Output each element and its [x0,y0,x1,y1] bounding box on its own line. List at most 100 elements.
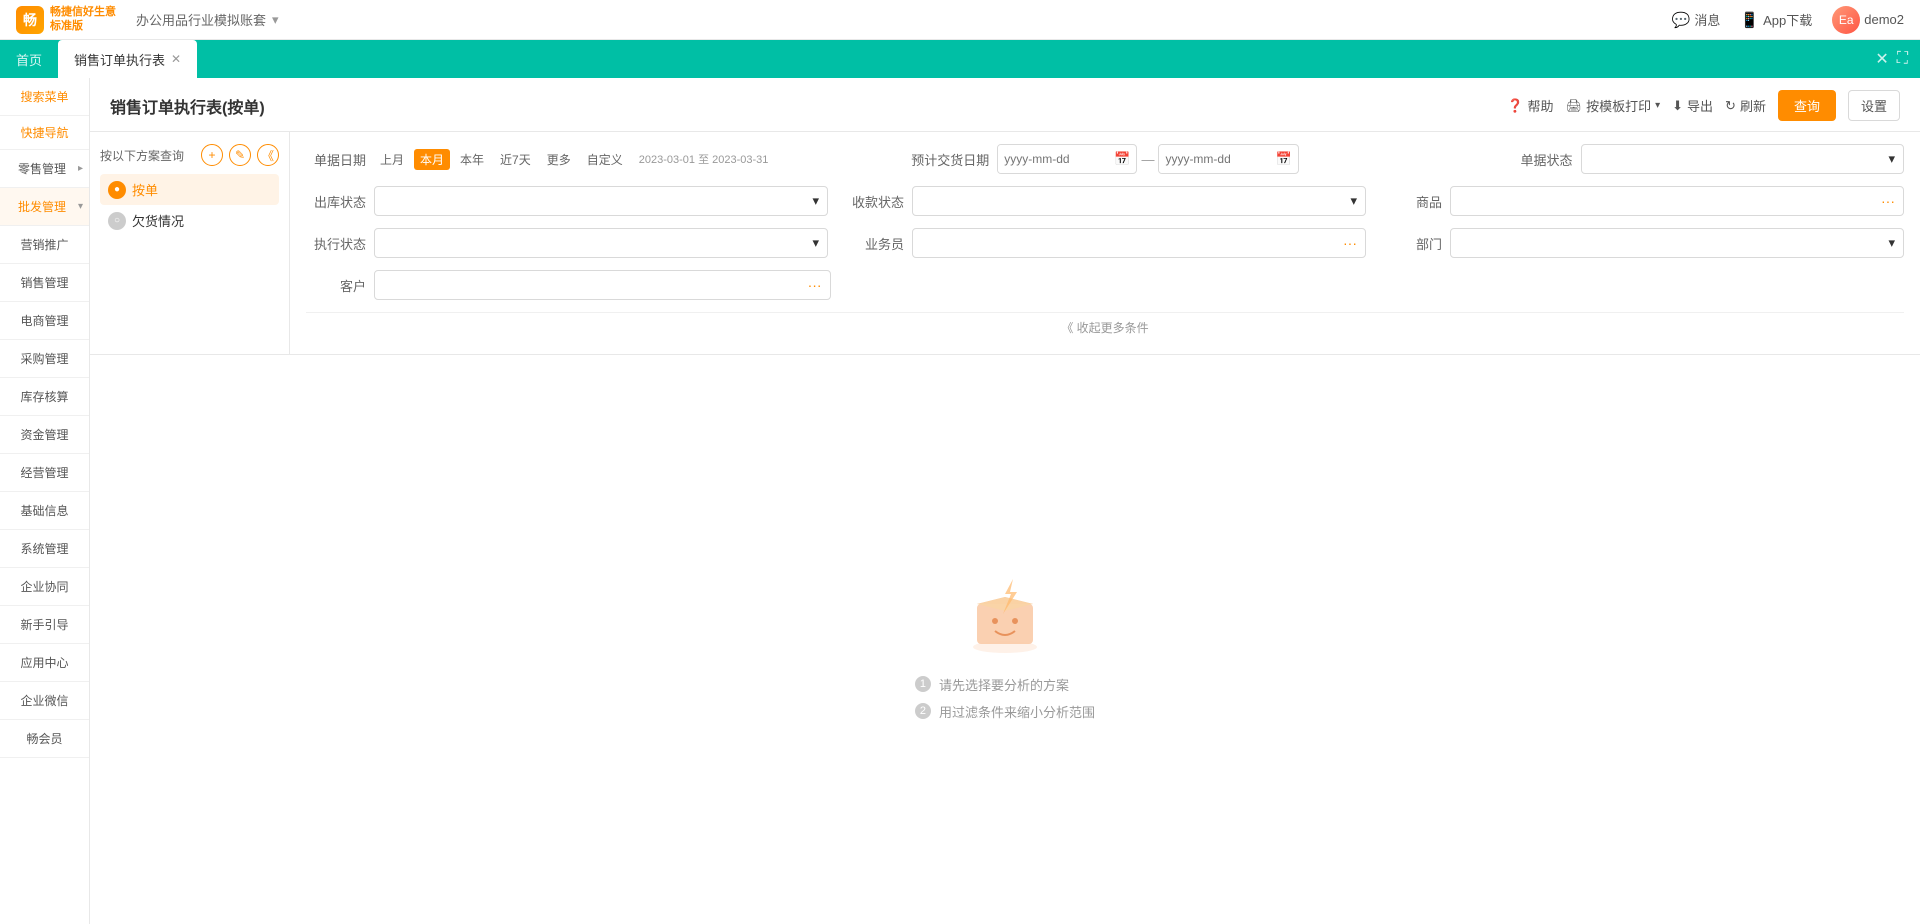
collapse-label: 收起更多条件 [1077,321,1149,335]
refresh-button[interactable]: ↻ 刷新 [1725,96,1766,115]
date-separator: — [1141,152,1154,167]
filter-row-1: 单据日期 上月 本月 本年 近7天 更多 自定义 2023-03-01 至 20… [306,144,1904,174]
sidebar-search[interactable]: 搜索菜单 [0,78,89,116]
page-title: 销售订单执行表(按单) [110,94,265,118]
date-more[interactable]: 更多 [541,149,577,170]
sidebar-item-finance[interactable]: 资金管理 [0,416,89,454]
filter-row-3: 执行状态 ▾ 业务员 ··· 部门 [306,228,1904,258]
step1-num: 1 [915,676,931,692]
exec-select[interactable]: ▾ [374,228,828,258]
export-button[interactable]: ⬇ 导出 [1672,96,1713,115]
print-button[interactable]: 🖨 按模板打印 ▾ [1566,96,1661,115]
tab-bar-controls: ✕ ⛶ [1875,49,1920,69]
sidebar-item-sales[interactable]: 销售管理 [0,264,89,302]
collapse-scheme-button[interactable]: 《 [257,144,279,166]
customer-label: 客户 [306,276,366,295]
sidebar-item-app-center[interactable]: 应用中心 [0,644,89,682]
tab-home-label: 首页 [16,50,42,69]
tab-sales-order[interactable]: 销售订单执行表 ✕ [58,40,197,78]
scheme-order-icon: ● [108,181,126,199]
sidebar-item-wholesale[interactable]: 批发管理 ▾ [0,188,89,226]
help-icon: ❓ [1507,98,1523,114]
dept-label: 部门 [1382,234,1442,253]
sidebar-quick-nav[interactable]: 快捷导航 [0,116,89,150]
add-icon: + [208,148,215,162]
delivery-select-arrow: ▾ [812,193,819,209]
sidebar-item-member[interactable]: 畅会员 [0,720,89,758]
delivery-label: 出库状态 [306,192,366,211]
empty-text: 1 请先选择要分析的方案 2 用过滤条件来缩小分析范围 [915,675,1095,721]
status-label: 单据状态 [1513,150,1573,169]
expected-date-label: 预计交货日期 [909,150,989,169]
sidebar-item-wechat[interactable]: 企业微信 [0,682,89,720]
tab-close-icon[interactable]: ✕ [171,52,181,66]
app-download-button[interactable]: 📱 App下载 [1740,10,1812,29]
tab-home[interactable]: 首页 [0,40,58,78]
salesman-input-wrap[interactable]: ··· [912,228,1366,258]
edit-scheme-button[interactable]: ✎ [229,144,251,166]
sidebar-item-newbie[interactable]: 新手引导 [0,606,89,644]
collapse-button[interactable]: 《 收起更多条件 [306,312,1904,342]
status-field: 单据状态 ▾ [1513,144,1905,174]
sidebar-item-enterprise[interactable]: 企业协同 [0,568,89,606]
query-button[interactable]: 查询 [1778,90,1836,121]
settings-button[interactable]: 设置 [1848,90,1900,121]
receipt-select[interactable]: ▾ [912,186,1366,216]
sidebar-item-management[interactable]: 经营管理 [0,454,89,492]
expected-date-to-input[interactable] [1159,145,1269,173]
collapse-arrow-icon: 《 [1061,321,1076,335]
sidebar-item-marketing[interactable]: 营销推广 [0,226,89,264]
filter-scheme-panel: 按以下方案查询 + ✎ 《 ● 按单 [90,132,290,354]
sidebar-item-inventory[interactable]: 库存核算 [0,378,89,416]
step2-num: 2 [915,703,931,719]
scheme-shortage-icon: ○ [108,212,126,230]
date-label: 单据日期 [306,150,366,169]
empty-step-2: 2 用过滤条件来缩小分析范围 [915,702,1095,721]
scheme-by-order[interactable]: ● 按单 [100,174,279,205]
refresh-icon: ↻ [1725,98,1736,114]
tab-close-window-icon[interactable]: ✕ [1875,49,1888,69]
main-layout: 搜索菜单 快捷导航 零售管理 ▸ 批发管理 ▾ 营销推广 销售管理 电商管理 采… [0,78,1920,924]
salesman-field: 业务员 ··· [844,228,1366,258]
expected-date-from-input[interactable] [998,145,1108,173]
goods-input-wrap[interactable]: ··· [1450,186,1904,216]
goods-dots-button[interactable]: ··· [1881,193,1895,209]
date-range: 上月 本月 本年 近7天 更多 自定义 2023-03-01 至 2023-03… [374,149,893,170]
help-button[interactable]: ❓ 帮助 [1507,96,1553,115]
goods-field: 商品 ··· [1382,186,1904,216]
dept-field: 部门 ▾ [1382,228,1904,258]
sidebar-item-basic-info[interactable]: 基础信息 [0,492,89,530]
calendar-from-icon: 📅 [1108,151,1136,167]
customer-dots-button[interactable]: ··· [808,277,822,293]
tab-expand-icon[interactable]: ⛶ [1897,50,1908,68]
dept-select-arrow: ▾ [1888,235,1895,251]
customer-input-wrap[interactable]: ··· [374,270,831,300]
date-this-year[interactable]: 本年 [454,149,490,170]
sidebar-item-ecommerce[interactable]: 电商管理 [0,302,89,340]
sidebar-item-system[interactable]: 系统管理 [0,530,89,568]
filter-row-4: 客户 ··· [306,270,1904,300]
date-7days[interactable]: 近7天 [494,149,537,170]
breadcrumb-arrow-icon[interactable]: ▾ [272,12,279,28]
edit-icon: ✎ [235,148,245,162]
salesman-dots-button[interactable]: ··· [1343,235,1357,251]
scheme-shortage[interactable]: ○ 欠货情况 [100,205,279,236]
message-button[interactable]: 💬 消息 [1672,10,1721,29]
date-custom[interactable]: 自定义 [581,149,629,170]
delivery-select[interactable]: ▾ [374,186,828,216]
add-scheme-button[interactable]: + [201,144,223,166]
filter-panel: 按以下方案查询 + ✎ 《 ● 按单 [90,132,1920,355]
sidebar-item-retail[interactable]: 零售管理 ▸ [0,150,89,188]
date-tags: 上月 本月 本年 近7天 更多 自定义 [374,149,629,170]
dept-select[interactable]: ▾ [1450,228,1904,258]
status-select[interactable]: ▾ [1581,144,1905,174]
content-area: 销售订单执行表(按单) ❓ 帮助 🖨 按模板打印 ▾ ⬇ 导出 [90,78,1920,924]
date-last-month[interactable]: 上月 [374,149,410,170]
empty-step-1: 1 请先选择要分析的方案 [915,675,1095,694]
sidebar-item-purchase[interactable]: 采购管理 [0,340,89,378]
user-menu[interactable]: Ea demo2 [1832,6,1904,34]
export-icon: ⬇ [1672,98,1683,114]
exec-label: 执行状态 [306,234,366,253]
goods-label: 商品 [1382,192,1442,211]
date-this-month[interactable]: 本月 [414,149,450,170]
